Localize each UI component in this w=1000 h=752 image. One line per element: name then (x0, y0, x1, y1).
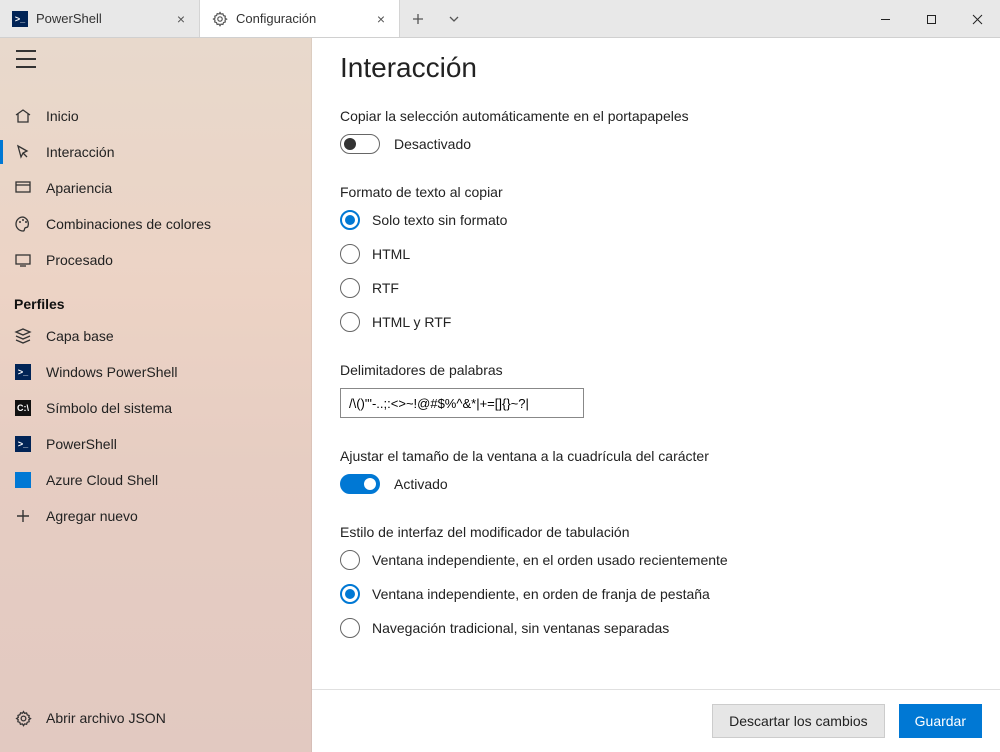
radio-label: Solo texto sin formato (372, 212, 507, 228)
radio-label: HTML (372, 246, 410, 262)
content-pane: Interacción Copiar la selección automáti… (312, 38, 1000, 752)
azure-icon (14, 471, 32, 489)
cursor-icon (14, 143, 32, 161)
radio-html-rtf[interactable]: HTML y RTF (340, 312, 972, 332)
sidebar-item-label: Interacción (46, 144, 114, 160)
tab-label: Configuración (236, 11, 365, 26)
radio-indicator (340, 618, 360, 638)
sidebar-item-interaccion[interactable]: Interacción (0, 134, 311, 170)
sidebar-item-label: Combinaciones de colores (46, 216, 211, 232)
radio-label: Ventana independiente, en el orden usado… (372, 552, 728, 568)
close-button[interactable] (954, 0, 1000, 38)
powershell-icon: >_ (14, 363, 32, 381)
radio-rtf[interactable]: RTF (340, 278, 972, 298)
tab-dropdown-button[interactable] (436, 0, 472, 38)
radio-indicator (340, 210, 360, 230)
sidebar-profile-base[interactable]: Capa base (0, 318, 311, 354)
gear-icon (212, 11, 228, 27)
sidebar-add-new[interactable]: Agregar nuevo (0, 498, 311, 534)
sidebar-item-label: Capa base (46, 328, 114, 344)
radio-html[interactable]: HTML (340, 244, 972, 264)
footer-bar: Descartar los cambios Guardar (312, 689, 1000, 752)
close-icon[interactable]: × (173, 11, 189, 27)
tab-actions (400, 0, 472, 37)
setting-label-word-delim: Delimitadores de palabras (340, 362, 972, 378)
sidebar-item-label: Agregar nuevo (46, 508, 138, 524)
sidebar-profile-winps[interactable]: >_ Windows PowerShell (0, 354, 311, 390)
sidebar-item-label: Símbolo del sistema (46, 400, 172, 416)
sidebar-item-label: Abrir archivo JSON (46, 710, 166, 726)
sidebar-item-label: Procesado (46, 252, 113, 268)
radio-label: HTML y RTF (372, 314, 451, 330)
setting-label-snap-grid: Ajustar el tamaño de la ventana a la cua… (340, 448, 972, 464)
radio-label: Navegación tradicional, sin ventanas sep… (372, 620, 669, 636)
radio-indicator (340, 278, 360, 298)
sidebar-item-label: Azure Cloud Shell (46, 472, 158, 488)
radio-mru-window[interactable]: Ventana independiente, en el orden usado… (340, 550, 972, 570)
rendering-icon (14, 251, 32, 269)
toggle-state-text: Desactivado (394, 136, 471, 152)
radio-indicator (340, 584, 360, 604)
sidebar-item-inicio[interactable]: Inicio (0, 98, 311, 134)
sidebar-item-label: Windows PowerShell (46, 364, 178, 380)
hamburger-button[interactable] (16, 50, 36, 68)
toggle-snap-grid[interactable] (340, 474, 380, 494)
sidebar-item-label: Inicio (46, 108, 79, 124)
sidebar-item-label: PowerShell (46, 436, 117, 452)
discard-button[interactable]: Descartar los cambios (712, 704, 885, 738)
setting-label-copy-format: Formato de texto al copiar (340, 184, 972, 200)
appearance-icon (14, 179, 32, 197)
sidebar-item-apariencia[interactable]: Apariencia (0, 170, 311, 206)
minimize-button[interactable] (862, 0, 908, 38)
tab-settings[interactable]: Configuración × (200, 0, 400, 37)
sidebar-open-json[interactable]: Abrir archivo JSON (0, 700, 311, 736)
new-tab-button[interactable] (400, 0, 436, 38)
sidebar-section-profiles: Perfiles (0, 278, 311, 318)
sidebar: Inicio Interacción Apariencia Combinacio… (0, 38, 312, 752)
radio-label: Ventana independiente, en orden de franj… (372, 586, 710, 602)
page-title: Interacción (340, 52, 972, 84)
powershell-icon: >_ (14, 435, 32, 453)
setting-label-tab-switcher: Estilo de interfaz del modificador de ta… (340, 524, 972, 540)
save-button[interactable]: Guardar (899, 704, 982, 738)
radio-indicator (340, 550, 360, 570)
radio-label: RTF (372, 280, 399, 296)
window-controls (862, 0, 1000, 37)
cmd-icon: C:\ (14, 399, 32, 417)
palette-icon (14, 215, 32, 233)
toggle-copy-selection[interactable] (340, 134, 380, 154)
title-bar: >_ PowerShell × Configuración × (0, 0, 1000, 38)
plus-icon (14, 507, 32, 525)
maximize-button[interactable] (908, 0, 954, 38)
toggle-state-text: Activado (394, 476, 448, 492)
tab-label: PowerShell (36, 11, 165, 26)
sidebar-profile-azure[interactable]: Azure Cloud Shell (0, 462, 311, 498)
radio-plain-text[interactable]: Solo texto sin formato (340, 210, 972, 230)
sidebar-item-procesado[interactable]: Procesado (0, 242, 311, 278)
radio-indicator (340, 244, 360, 264)
word-delimiters-input[interactable] (340, 388, 584, 418)
radio-traditional[interactable]: Navegación tradicional, sin ventanas sep… (340, 618, 972, 638)
sidebar-profile-ps[interactable]: >_ PowerShell (0, 426, 311, 462)
home-icon (14, 107, 32, 125)
layers-icon (14, 327, 32, 345)
radio-strip-window[interactable]: Ventana independiente, en orden de franj… (340, 584, 972, 604)
sidebar-item-label: Apariencia (46, 180, 112, 196)
tab-powershell[interactable]: >_ PowerShell × (0, 0, 200, 37)
sidebar-item-colores[interactable]: Combinaciones de colores (0, 206, 311, 242)
setting-label-copy-selection: Copiar la selección automáticamente en e… (340, 108, 972, 124)
radio-indicator (340, 312, 360, 332)
gear-icon (14, 709, 32, 727)
sidebar-profile-cmd[interactable]: C:\ Símbolo del sistema (0, 390, 311, 426)
close-icon[interactable]: × (373, 11, 389, 27)
powershell-icon: >_ (12, 11, 28, 27)
